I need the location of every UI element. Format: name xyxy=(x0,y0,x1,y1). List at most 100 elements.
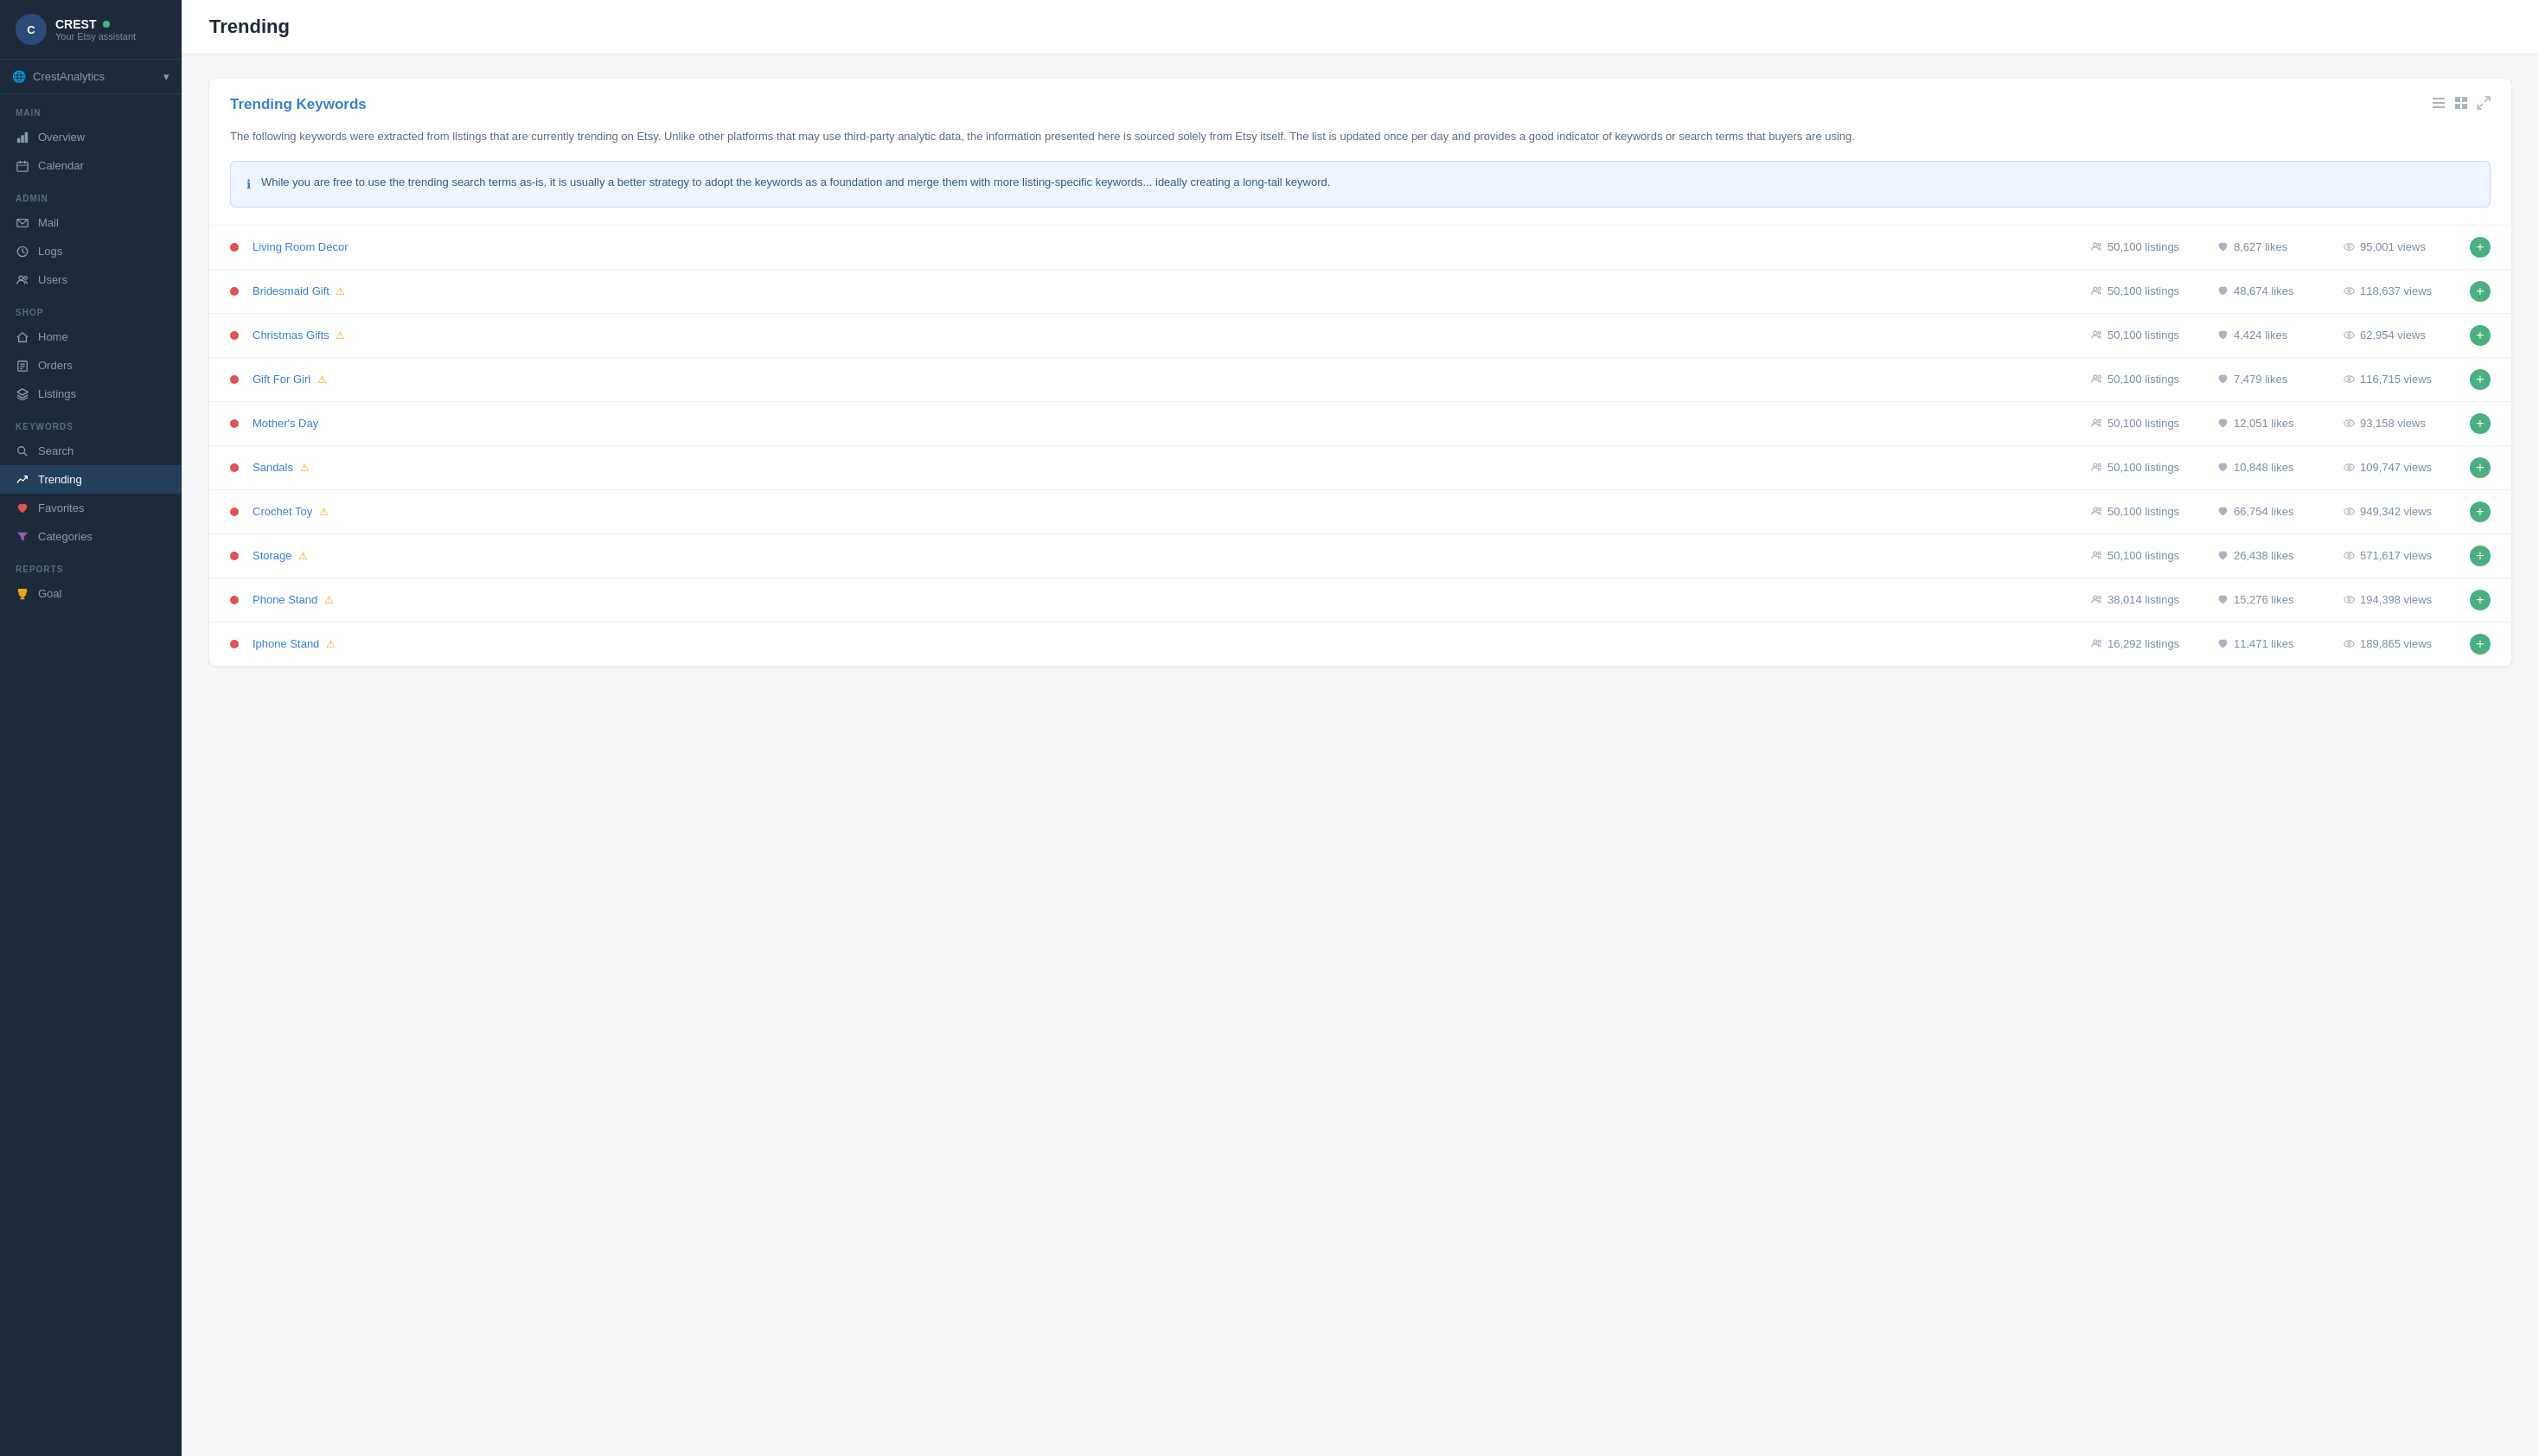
sidebar-item-home[interactable]: Home xyxy=(0,322,182,351)
calendar-label: Calendar xyxy=(38,159,84,172)
analytics-dropdown[interactable]: 🌐 CrestAnalytics ▾ xyxy=(0,60,182,94)
favorites-label: Favorites xyxy=(38,501,84,514)
keyword-name[interactable]: Gift For Girl ⚠ xyxy=(253,373,2077,386)
sidebar: C CREST Your Etsy assistant 🌐 CrestAnaly… xyxy=(0,0,182,1456)
sidebar-item-orders[interactable]: Orders xyxy=(0,351,182,380)
svg-point-59 xyxy=(2348,554,2350,557)
section-label-keywords: KEYWORDS xyxy=(0,408,182,437)
goal-label: Goal xyxy=(38,587,61,600)
heart-icon xyxy=(16,502,29,514)
add-keyword-button[interactable]: + xyxy=(2470,501,2491,522)
svg-rect-3 xyxy=(17,162,28,171)
svg-point-32 xyxy=(2094,287,2097,291)
svg-point-35 xyxy=(2348,290,2350,292)
sidebar-item-goal[interactable]: Goal xyxy=(0,579,182,608)
add-keyword-button[interactable]: + xyxy=(2470,325,2491,346)
svg-point-66 xyxy=(2344,641,2354,647)
listings-stat: 50,100 listings xyxy=(2091,329,2203,342)
listings-stat: 50,100 listings xyxy=(2091,549,2203,562)
add-keyword-button[interactable]: + xyxy=(2470,237,2491,258)
svg-point-45 xyxy=(2098,420,2101,423)
expand-icon[interactable] xyxy=(2477,96,2491,113)
keyword-name[interactable]: Living Room Decor xyxy=(253,240,2077,253)
keyword-name[interactable]: Storage ⚠ xyxy=(253,549,2077,562)
info-icon: ℹ xyxy=(246,175,251,194)
svg-point-37 xyxy=(2098,332,2101,335)
card-actions xyxy=(2432,96,2491,113)
sidebar-item-favorites[interactable]: Favorites xyxy=(0,494,182,522)
add-keyword-button[interactable]: + xyxy=(2470,413,2491,434)
sidebar-item-users[interactable]: Users xyxy=(0,265,182,294)
add-keyword-button[interactable]: + xyxy=(2470,457,2491,478)
keyword-name[interactable]: Crochet Toy ⚠ xyxy=(253,505,2077,518)
add-keyword-button[interactable]: + xyxy=(2470,590,2491,610)
grid-view-icon[interactable] xyxy=(2454,96,2468,113)
app-logo: C xyxy=(16,14,47,45)
svg-point-51 xyxy=(2348,466,2350,469)
sidebar-item-categories[interactable]: Categories xyxy=(0,522,182,551)
orders-label: Orders xyxy=(38,359,73,372)
listings-stat: 50,100 listings xyxy=(2091,505,2203,518)
sidebar-item-calendar[interactable]: Calendar xyxy=(0,151,182,180)
keyword-name[interactable]: Mother's Day xyxy=(253,417,2077,430)
top-header: Trending xyxy=(182,0,2539,54)
listings-stat: 50,100 listings xyxy=(2091,284,2203,297)
status-dot xyxy=(230,552,239,560)
sidebar-item-mail[interactable]: Mail xyxy=(0,208,182,237)
keyword-name[interactable]: Bridesmaid Gift ⚠ xyxy=(253,284,2077,297)
sidebar-item-overview[interactable]: Overview xyxy=(0,123,182,151)
listings-stat: 38,014 listings xyxy=(2091,593,2203,606)
keyword-name[interactable]: Phone Stand ⚠ xyxy=(253,593,2077,606)
add-keyword-button[interactable]: + xyxy=(2470,369,2491,390)
svg-point-54 xyxy=(2344,508,2354,514)
search-label: Search xyxy=(38,444,74,457)
chevron-down-icon: ▾ xyxy=(163,70,169,83)
list-view-icon[interactable] xyxy=(2432,96,2446,113)
home-label: Home xyxy=(38,330,68,343)
categories-label: Categories xyxy=(38,530,93,543)
svg-point-39 xyxy=(2348,334,2350,336)
layers-icon xyxy=(16,388,29,400)
svg-point-44 xyxy=(2094,419,2097,423)
table-row: Christmas Gifts ⚠ 50,100 listings 4,424 … xyxy=(209,313,2511,357)
likes-stat: 15,276 likes xyxy=(2217,593,2330,606)
add-keyword-button[interactable]: + xyxy=(2470,281,2491,302)
svg-point-60 xyxy=(2094,596,2097,599)
likes-stat: 26,438 likes xyxy=(2217,549,2330,562)
table-row: Storage ⚠ 50,100 listings 26,438 likes 5… xyxy=(209,533,2511,578)
sidebar-item-logs[interactable]: Logs xyxy=(0,237,182,265)
filter-icon xyxy=(16,531,29,543)
table-row: Mother's Day 50,100 listings 12,051 like… xyxy=(209,401,2511,445)
section-label-shop: SHOP xyxy=(0,294,182,322)
likes-stat: 66,754 likes xyxy=(2217,505,2330,518)
svg-point-49 xyxy=(2098,464,2101,467)
likes-stat: 11,471 likes xyxy=(2217,637,2330,650)
svg-rect-25 xyxy=(2462,104,2467,109)
svg-line-16 xyxy=(24,452,28,456)
svg-rect-2 xyxy=(25,131,29,142)
section-label-reports: REPORTS xyxy=(0,551,182,579)
svg-point-48 xyxy=(2094,463,2097,467)
sidebar-item-search[interactable]: Search xyxy=(0,437,182,465)
bar-chart-icon xyxy=(16,131,29,144)
analytics-globe-icon: 🌐 xyxy=(12,70,26,83)
table-row: Phone Stand ⚠ 38,014 listings 15,276 lik… xyxy=(209,578,2511,622)
sidebar-item-trending[interactable]: Trending xyxy=(0,465,182,494)
svg-point-63 xyxy=(2348,598,2350,601)
table-row: Iphone Stand ⚠ 16,292 listings 11,471 li… xyxy=(209,622,2511,666)
keyword-name[interactable]: Sandals ⚠ xyxy=(253,461,2077,474)
keyword-name[interactable]: Christmas Gifts ⚠ xyxy=(253,329,2077,342)
svg-point-42 xyxy=(2344,376,2354,382)
analytics-label: CrestAnalytics xyxy=(33,70,105,83)
sidebar-item-listings[interactable]: Listings xyxy=(0,380,182,408)
warning-icon: ⚠ xyxy=(317,374,327,386)
svg-point-9 xyxy=(19,276,22,279)
mail-icon xyxy=(16,217,29,229)
add-keyword-button[interactable]: + xyxy=(2470,634,2491,655)
listings-stat: 50,100 listings xyxy=(2091,461,2203,474)
keyword-name[interactable]: Iphone Stand ⚠ xyxy=(253,637,2077,650)
views-stat: 116,715 views xyxy=(2344,373,2456,386)
warning-icon: ⚠ xyxy=(336,285,345,297)
add-keyword-button[interactable]: + xyxy=(2470,546,2491,566)
users-icon xyxy=(16,274,29,286)
